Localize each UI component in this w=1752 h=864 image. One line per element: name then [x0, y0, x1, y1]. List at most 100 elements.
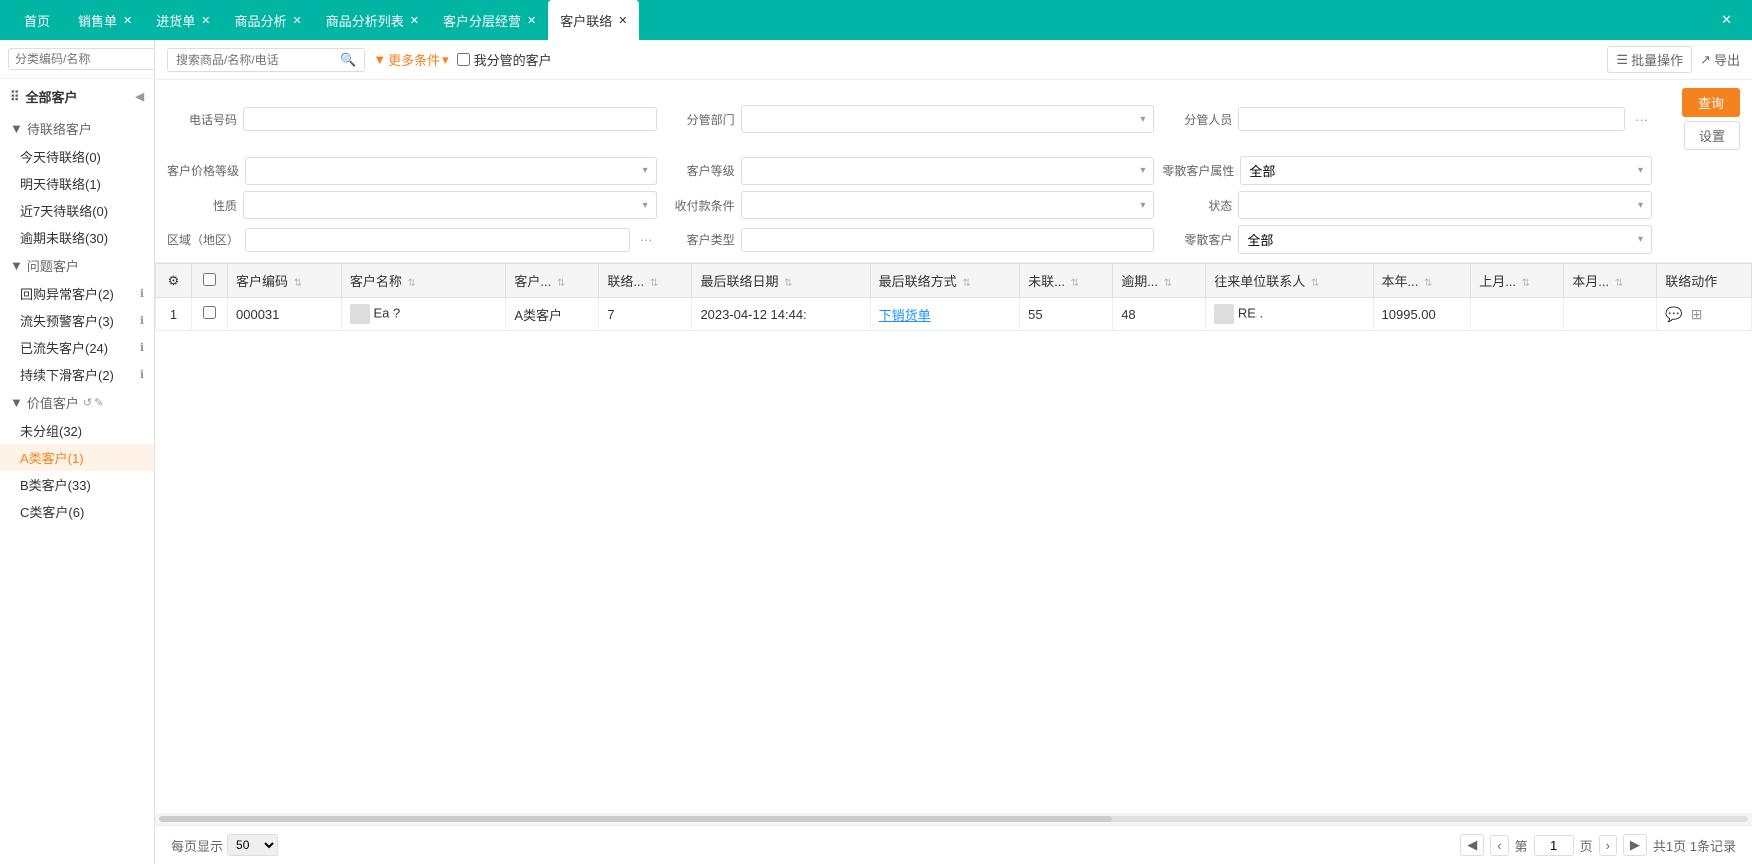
sidebar-item-c-class[interactable]: C类客户(6): [0, 498, 154, 525]
last-method-link[interactable]: 下销货单: [879, 308, 931, 323]
sidebar-group-problem[interactable]: ▼ 问题客户: [0, 251, 154, 280]
batch-operation-btn[interactable]: ☰ 批量操作: [1607, 46, 1692, 73]
filter-price-level-select[interactable]: ▾: [245, 157, 657, 185]
sidebar-item-ungrouped[interactable]: 未分组(32): [0, 417, 154, 444]
col-no-contact[interactable]: 未联... ⇅: [1020, 264, 1113, 298]
scrollbar-thumb[interactable]: [159, 816, 1112, 822]
col-contact-count[interactable]: 联络... ⇅: [599, 264, 692, 298]
filter-customer-type-input[interactable]: [741, 228, 1155, 252]
filter-price-level: 客户价格等级 ▾: [167, 157, 657, 185]
group-arrow-value: ▼: [10, 395, 23, 410]
col-contact-person[interactable]: 往来单位联系人 ⇅: [1206, 264, 1373, 298]
next-page-btn[interactable]: ›: [1599, 835, 1617, 856]
col-gear[interactable]: ⚙: [156, 264, 192, 298]
grid-action-icon[interactable]: ⊞: [1691, 306, 1703, 323]
col-code[interactable]: 客户编码 ⇅: [228, 264, 342, 298]
horizontal-scrollbar[interactable]: [155, 813, 1752, 825]
nav-home[interactable]: 首页: [8, 0, 66, 40]
nav-tab-1[interactable]: 进货单 ✕: [144, 0, 222, 40]
collapse-icon: ◀: [136, 90, 144, 103]
filter-customer-type-label: 客户类型: [665, 231, 735, 248]
close-tab-2[interactable]: ✕: [293, 14, 302, 27]
last-page-btn[interactable]: ▶: [1623, 834, 1647, 856]
toolbar-filter-btn[interactable]: ▼ 更多条件 ▾: [373, 50, 448, 69]
settings-btn[interactable]: 设置: [1684, 121, 1740, 150]
group-arrow-pending: ▼: [10, 121, 23, 136]
customer-avatar: [350, 304, 370, 324]
sidebar-item-churn-warning[interactable]: 流失预警客户(3) ℹ: [0, 307, 154, 334]
row-last-method[interactable]: 下销货单: [870, 298, 1019, 331]
row-contact-count: 7: [599, 298, 692, 331]
filter-customer-level-select[interactable]: ▾: [741, 157, 1155, 185]
sidebar-item-a-class[interactable]: A类客户(1): [0, 444, 154, 471]
query-btn[interactable]: 查询: [1682, 88, 1740, 117]
sidebar-item-today[interactable]: 今天待联络(0): [0, 143, 154, 170]
nav-tab-5[interactable]: 客户联络 ✕: [548, 0, 639, 40]
close-window-btn[interactable]: ✕: [1709, 12, 1744, 28]
first-page-btn[interactable]: ◀: [1460, 834, 1484, 856]
filter-dept-select[interactable]: ▾: [741, 105, 1155, 133]
per-page-select[interactable]: 50 100 200: [227, 834, 278, 856]
close-tab-3[interactable]: ✕: [410, 14, 419, 27]
filter-status-select[interactable]: ▾: [1238, 191, 1652, 219]
col-this-month[interactable]: 本月... ⇅: [1564, 264, 1657, 298]
sidebar-search-input[interactable]: [8, 48, 155, 70]
toolbar-search-icon[interactable]: 🔍: [340, 52, 356, 68]
close-tab-1[interactable]: ✕: [201, 14, 210, 27]
prev-page-btn[interactable]: ‹: [1490, 835, 1508, 856]
sidebar-group-value[interactable]: ▼ 价值客户 ↺ ✎: [0, 388, 154, 417]
filter-nature-select[interactable]: ▾: [243, 191, 657, 219]
sidebar-item-churned[interactable]: 已流失客户(24) ℹ: [0, 334, 154, 361]
close-tab-0[interactable]: ✕: [123, 14, 132, 27]
filter-status-label: 状态: [1162, 197, 1232, 214]
col-overdue[interactable]: 逾期... ⇅: [1113, 264, 1206, 298]
sidebar-item-overdue[interactable]: 逾期未联络(30): [0, 224, 154, 251]
col-last-method[interactable]: 最后联络方式 ⇅: [870, 264, 1019, 298]
filter-payment-label: 收付款条件: [665, 197, 735, 214]
close-tab-4[interactable]: ✕: [527, 14, 536, 27]
col-name[interactable]: 客户名称 ⇅: [341, 264, 506, 298]
row-select-checkbox[interactable]: [203, 306, 216, 319]
sidebar-all-customers[interactable]: ⠿ 全部客户 ◀: [0, 79, 154, 114]
filter-region-input[interactable]: [245, 228, 630, 252]
filter-phone-input[interactable]: [243, 107, 657, 131]
gear-icon[interactable]: ⚙: [168, 273, 180, 288]
col-last-month[interactable]: 上月... ⇅: [1471, 264, 1564, 298]
sidebar-item-repurchase[interactable]: 回购异常客户(2) ℹ: [0, 280, 154, 307]
edit-value-icon[interactable]: ✎: [94, 396, 103, 409]
sidebar-item-7days[interactable]: 近7天待联络(0): [0, 197, 154, 224]
sidebar-group-pending[interactable]: ▼ 待联络客户: [0, 114, 154, 143]
filter-row-2: 客户价格等级 ▾ 客户等级 ▾ 零散客户属性 全部: [167, 156, 1740, 185]
nav-tab-4[interactable]: 客户分层经营 ✕: [431, 0, 548, 40]
message-icon[interactable]: 💬: [1665, 306, 1682, 323]
col-last-date[interactable]: 最后联络日期 ⇅: [692, 264, 870, 298]
filter-customer-level: 客户等级 ▾: [665, 157, 1155, 185]
nav-tab-0[interactable]: 销售单 ✕: [66, 0, 144, 40]
select-all-checkbox[interactable]: [203, 273, 216, 286]
toolbar-search-input[interactable]: [176, 53, 336, 67]
sidebar-item-declining[interactable]: 持续下滑客户(2) ℹ: [0, 361, 154, 388]
page-number-input[interactable]: 1: [1534, 835, 1574, 856]
nav-tab-2[interactable]: 商品分析 ✕: [222, 0, 313, 40]
close-tab-5[interactable]: ✕: [618, 14, 627, 27]
row-checkbox[interactable]: [192, 298, 228, 331]
filter-retail-customer-select[interactable]: 全部 ▾: [1238, 225, 1652, 254]
col-level[interactable]: 客户... ⇅: [506, 264, 599, 298]
customer-table: ⚙ 客户编码 ⇅ 客户名称 ⇅: [155, 263, 1752, 331]
nav-tab-3[interactable]: 商品分析列表 ✕: [314, 0, 431, 40]
filter-payment-select[interactable]: ▾: [741, 191, 1155, 219]
sidebar-item-b-class[interactable]: B类客户(33): [0, 471, 154, 498]
region-dots[interactable]: ···: [636, 232, 657, 247]
refresh-icon[interactable]: ↺: [83, 396, 92, 409]
sidebar-item-tomorrow[interactable]: 明天待联络(1): [0, 170, 154, 197]
filter-retail-attr-select[interactable]: 全部 ▾: [1240, 156, 1652, 185]
toolbar: 🔍 ▼ 更多条件 ▾ 我分管的客户 ☰ 批量操作 ↗ 导出: [155, 40, 1752, 80]
filter-manager-dots[interactable]: ···: [1631, 112, 1652, 127]
export-btn[interactable]: ↗ 导出: [1700, 50, 1740, 69]
my-customers-checkbox[interactable]: 我分管的客户: [457, 50, 552, 69]
filter-manager-input[interactable]: [1238, 107, 1625, 131]
col-checkbox[interactable]: [192, 264, 228, 298]
scrollbar-track[interactable]: [159, 816, 1748, 822]
col-this-year[interactable]: 本年... ⇅: [1373, 264, 1471, 298]
my-customers-checkbox-input[interactable]: [457, 53, 470, 66]
